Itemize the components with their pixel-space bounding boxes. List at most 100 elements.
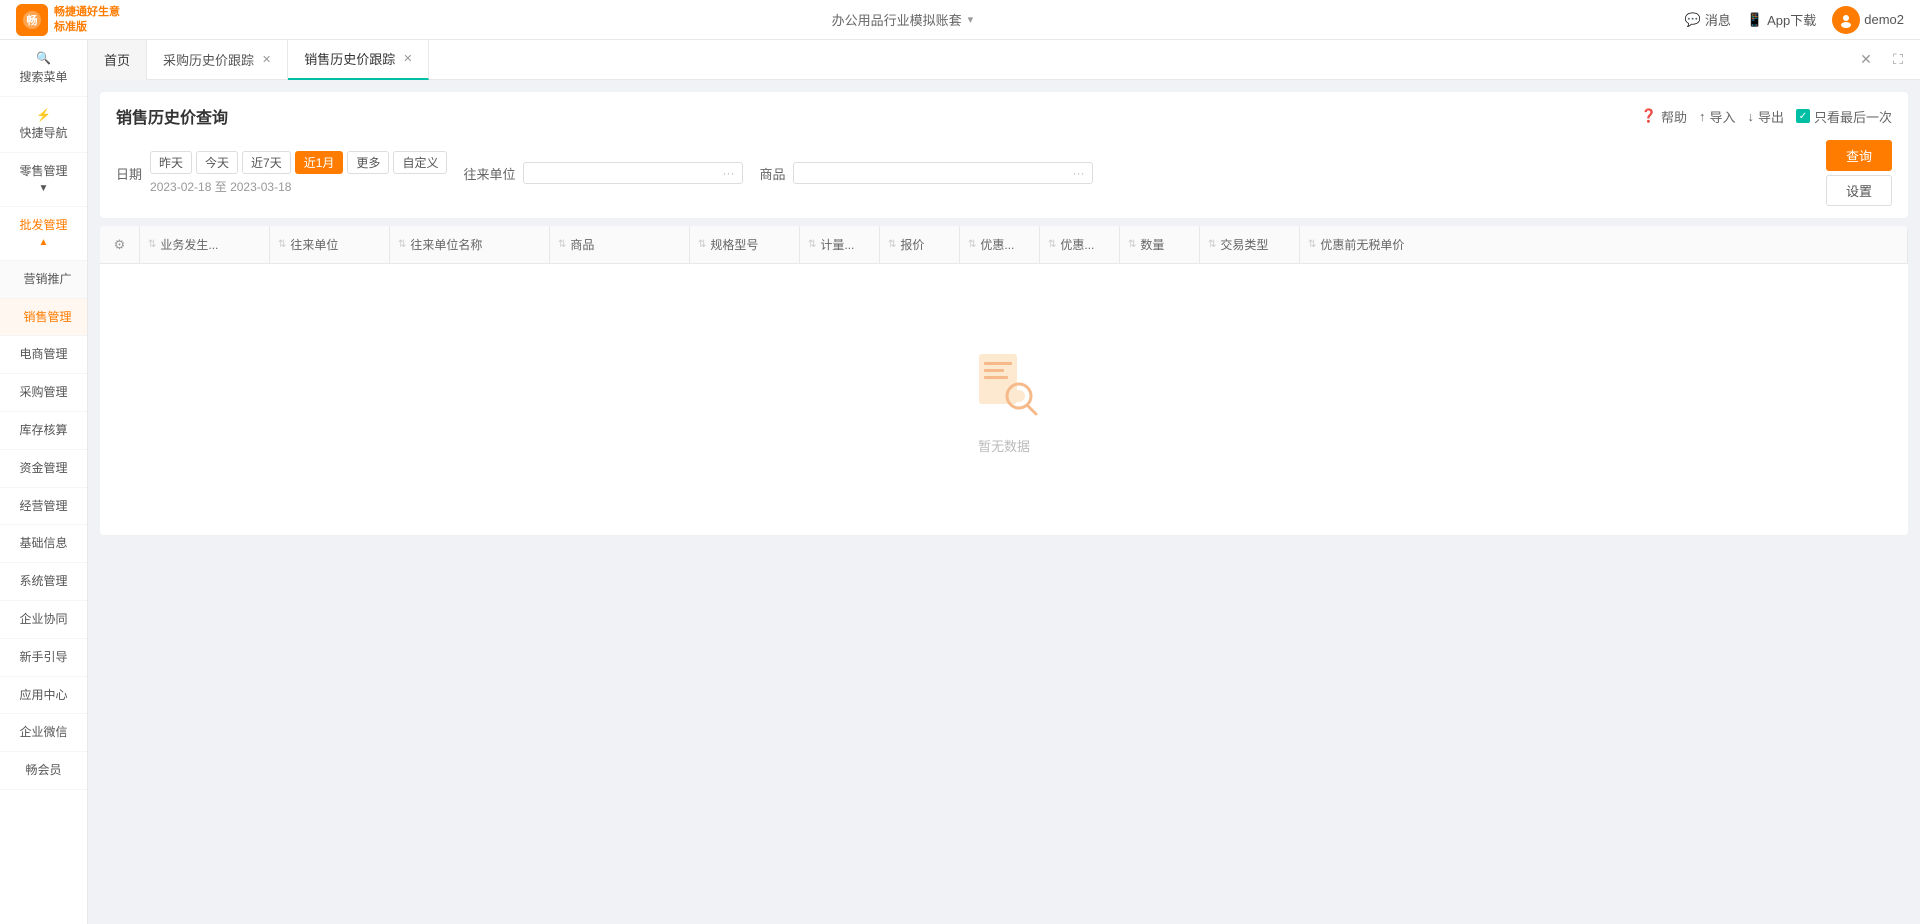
product-label: 商品 [759,164,785,183]
th-price[interactable]: ⇅ 报价 [880,226,960,263]
page-title-actions: ❓ 帮助 ↑ 导入 ↓ 导出 ✓ 只看最后一次 [1641,107,1892,126]
sidebar-item-wechat[interactable]: 企业微信 [0,714,87,752]
tab-purchase-history[interactable]: 采购历史价跟踪 ✕ [147,40,288,80]
th-discount2[interactable]: ⇅ 优惠... [1040,226,1120,263]
partner-input[interactable]: ··· [523,162,743,184]
help-icon: ❓ [1641,108,1657,124]
th-trade[interactable]: ⇅ 交易类型 [1200,226,1300,263]
only-last-wrapper[interactable]: ✓ 只看最后一次 [1796,107,1892,126]
sidebar-item-sales[interactable]: 销售管理 [0,299,87,337]
sidebar-item-system[interactable]: 系统管理 [0,563,87,601]
search-icon: 🔍 [36,50,51,67]
sidebar-item-purchase[interactable]: 采购管理 [0,374,87,412]
th-spec[interactable]: ⇅ 规格型号 [690,226,800,263]
shortcut-icon: ⚡ [36,107,51,124]
sidebar-item-wholesale[interactable]: 批发管理 ▲ [0,207,87,261]
sort-icon-date: ⇅ [148,239,156,250]
sidebar-item-basic[interactable]: 基础信息 [0,525,87,563]
logo-area: 畅 畅捷通好生意 标准版 [16,4,120,36]
company-dropdown-arrow[interactable]: ▾ [968,13,974,26]
sidebar-item-shortcut[interactable]: ⚡ 快捷导航 [0,97,87,154]
sidebar-item-operation[interactable]: 经营管理 [0,488,87,526]
sidebar-item-finance[interactable]: 资金管理 [0,450,87,488]
query-button[interactable]: 查询 [1826,140,1892,171]
th-qty[interactable]: ⇅ 数量 [1120,226,1200,263]
sidebar-item-enterprise[interactable]: 企业协同 [0,601,87,639]
data-table: ⚙ ⇅ 业务发生... ⇅ 往来单位 ⇅ 往来单位名称 [100,226,1908,535]
sort-icon-product: ⇅ [558,239,566,250]
th-measure[interactable]: ⇅ 计量... [800,226,880,263]
page-title-row: 销售历史价查询 ❓ 帮助 ↑ 导入 ↓ 导出 [116,104,1892,128]
sort-icon-unit-name: ⇅ [398,239,406,250]
chevron-up-icon: ▲ [39,236,49,250]
empty-icon [964,344,1044,424]
sort-icon-spec: ⇅ [698,239,706,250]
sidebar-item-member[interactable]: 畅会员 [0,752,87,790]
tab-sales-history-close[interactable]: ✕ [403,52,412,65]
tab-close-button[interactable]: ✕ [1852,46,1880,74]
partner-filter-group: 往来单位 ··· [463,162,743,184]
top-header: 畅 畅捷通好生意 标准版 办公用品行业模拟账套 ▾ 💬 消息 📱 App下载 d… [0,0,1920,40]
export-action[interactable]: ↓ 导出 [1747,107,1784,126]
sidebar-item-retail[interactable]: 零售管理 ▼ [0,153,87,207]
date-btn-more[interactable]: 更多 [347,151,389,174]
th-date[interactable]: ⇅ 业务发生... [140,226,270,263]
th-notax[interactable]: ⇅ 优惠前无税单价 [1300,226,1908,263]
product-input[interactable]: ··· [793,162,1093,184]
th-gear[interactable]: ⚙ [100,226,140,263]
sort-icon-trade: ⇅ [1208,239,1216,250]
logo-icon: 畅 [16,4,48,36]
page-content: 销售历史价查询 ❓ 帮助 ↑ 导入 ↓ 导出 [88,80,1920,924]
tab-bar: 首页 采购历史价跟踪 ✕ 销售历史价跟踪 ✕ ✕ ⛶ [88,40,1920,80]
sort-icon-measure: ⇅ [808,239,816,250]
product-filter-group: 商品 ··· [759,162,1093,184]
sidebar-item-inventory[interactable]: 库存核算 [0,412,87,450]
sidebar-item-search[interactable]: 🔍 搜索菜单 [0,40,87,97]
tab-actions: ✕ ⛶ [1852,46,1920,74]
tab-maximize-button[interactable]: ⛶ [1884,46,1912,74]
sort-icon-unit: ⇅ [278,239,286,250]
date-btn-today[interactable]: 今天 [196,151,238,174]
partner-label: 往来单位 [463,164,515,183]
date-btn-last7[interactable]: 近7天 [242,151,291,174]
header-left: 畅 畅捷通好生意 标准版 [16,4,120,36]
sidebar-item-ecommerce[interactable]: 电商管理 [0,336,87,374]
settings-button[interactable]: 设置 [1826,175,1892,206]
main-layout: 🔍 搜索菜单 ⚡ 快捷导航 零售管理 ▼ 批发管理 ▲ 营销推广 销售管理 电商… [0,40,1920,924]
header-center: 办公用品行业模拟账套 ▾ [832,10,974,29]
sort-icon-discount2: ⇅ [1048,239,1056,250]
content-area: 首页 采购历史价跟踪 ✕ 销售历史价跟踪 ✕ ✕ ⛶ 销售历史价查询 [88,40,1920,924]
gear-icon: ⚙ [114,237,126,253]
user-action[interactable]: demo2 [1832,6,1904,34]
th-unit-name[interactable]: ⇅ 往来单位名称 [390,226,550,263]
date-filter-group: 日期 昨天 今天 近7天 近1月 更多 自定义 2023-02-18 至 202… [116,151,447,195]
sidebar: 🔍 搜索菜单 ⚡ 快捷导航 零售管理 ▼ 批发管理 ▲ 营销推广 销售管理 电商… [0,40,88,924]
help-action[interactable]: ❓ 帮助 [1641,107,1687,126]
sidebar-item-marketing[interactable]: 营销推广 [0,261,87,299]
th-discount1[interactable]: ⇅ 优惠... [960,226,1040,263]
sidebar-item-appstore[interactable]: 应用中心 [0,677,87,715]
tab-home[interactable]: 首页 [88,40,147,80]
date-btn-last1m[interactable]: 近1月 [295,151,344,174]
header-right: 💬 消息 📱 App下载 demo2 [1685,6,1904,34]
tab-purchase-history-close[interactable]: ✕ [262,53,271,66]
tab-sales-history[interactable]: 销售历史价跟踪 ✕ [288,40,429,80]
date-btn-yesterday[interactable]: 昨天 [150,151,192,174]
app-download-action[interactable]: 📱 App下载 [1747,10,1816,29]
import-icon: ↑ [1699,109,1706,124]
th-product[interactable]: ⇅ 商品 [550,226,690,263]
date-buttons: 昨天 今天 近7天 近1月 更多 自定义 [150,151,447,174]
th-unit-code[interactable]: ⇅ 往来单位 [270,226,390,263]
date-label: 日期 [116,164,142,183]
message-action[interactable]: 💬 消息 [1685,10,1731,29]
sidebar-item-guide[interactable]: 新手引导 [0,639,87,677]
product-dots: ··· [1072,166,1084,180]
date-btn-custom[interactable]: 自定义 [393,151,447,174]
phone-icon: 📱 [1747,12,1763,28]
sort-icon-notax: ⇅ [1308,239,1316,250]
import-action[interactable]: ↑ 导入 [1699,107,1736,126]
only-last-checkbox[interactable]: ✓ [1796,109,1810,123]
svg-text:畅: 畅 [27,13,38,27]
chevron-down-icon: ▼ [39,182,49,196]
logo-text: 畅捷通好生意 标准版 [54,5,120,34]
